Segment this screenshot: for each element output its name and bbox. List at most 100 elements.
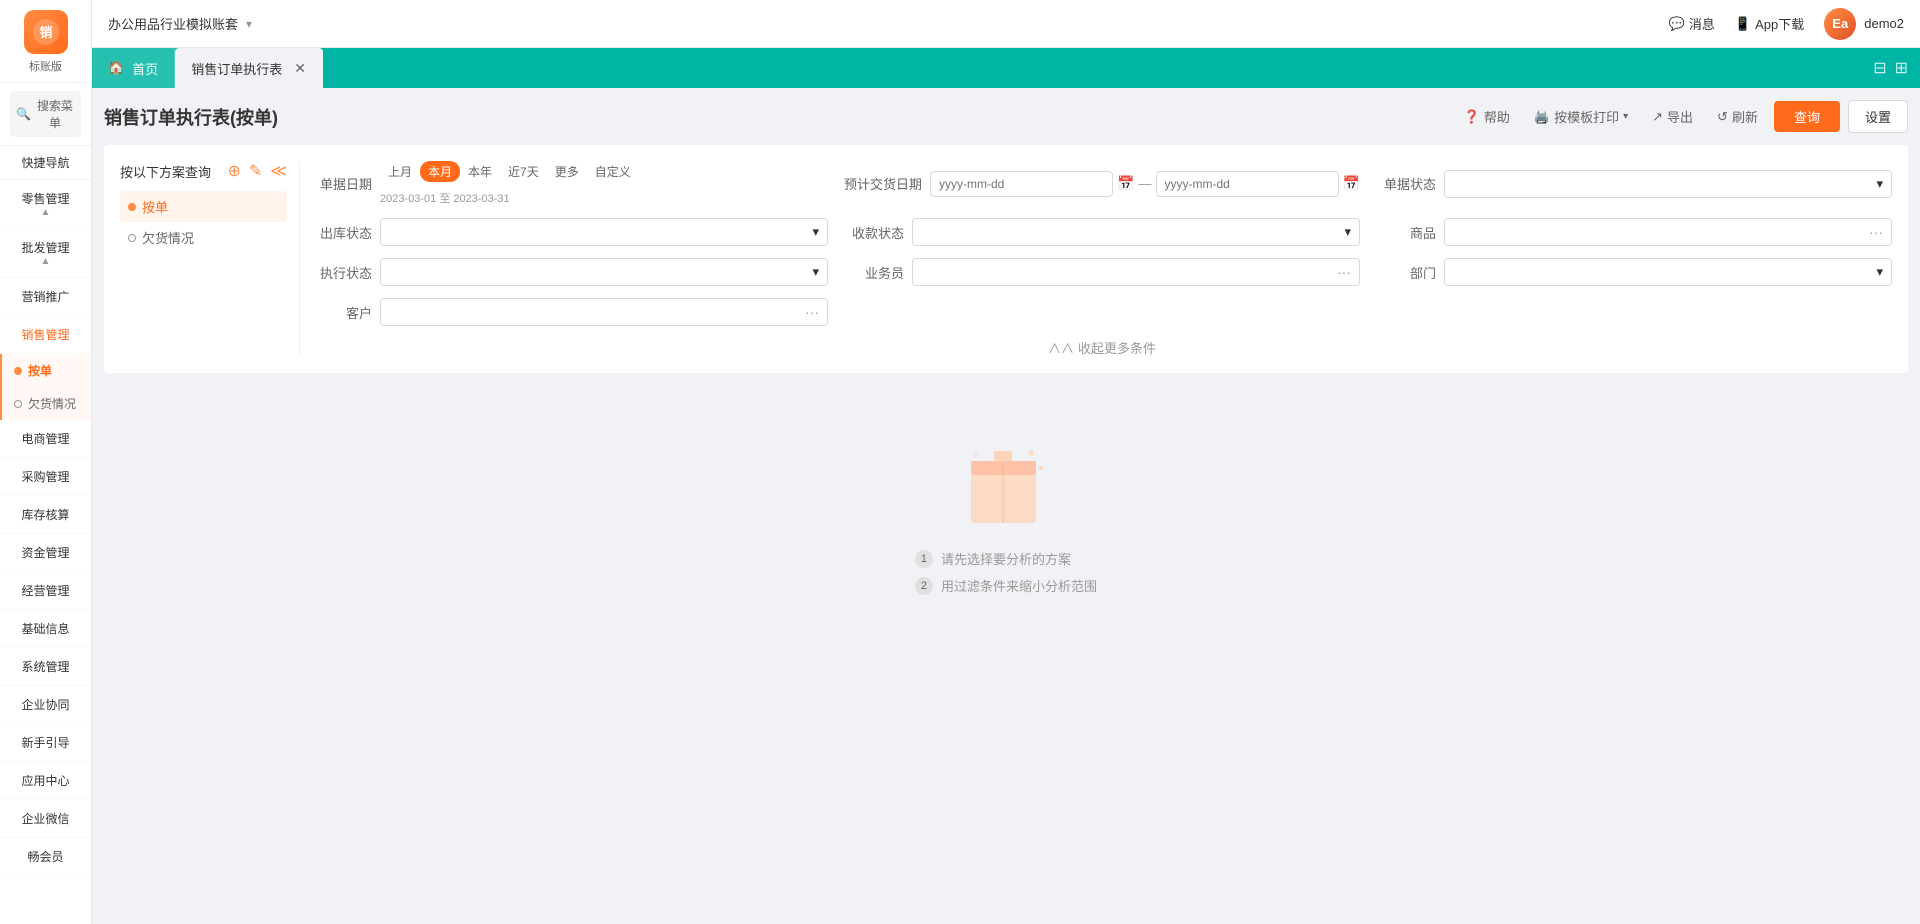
- date-tab-this-year[interactable]: 本年: [460, 161, 500, 182]
- add-scheme-icon[interactable]: ⊕: [227, 161, 240, 181]
- customer-select[interactable]: ···: [380, 298, 828, 326]
- date-tabs: 上月 本月 本年 近7天 更多 自定义: [380, 161, 828, 182]
- print-button[interactable]: 🖨️ 按模板打印 ▾: [1526, 103, 1636, 130]
- sidebar-search-section: 🔍 搜索菜单: [0, 83, 91, 146]
- sidebar-item-newbie[interactable]: 新手引导: [0, 724, 91, 762]
- sidebar-item-marketing[interactable]: 营销推广: [0, 278, 91, 316]
- page-title: 销售订单执行表(按单): [104, 104, 278, 130]
- salesperson-select[interactable]: ···: [912, 258, 1360, 286]
- export-button[interactable]: ↗ 导出: [1644, 103, 1701, 130]
- sidebar-sub-item-shortage[interactable]: 欠货情况: [2, 387, 91, 420]
- doc-date-label: 单据日期: [312, 174, 372, 193]
- quick-nav-label: 快捷导航: [0, 146, 91, 180]
- logo-subtitle: 标账版: [29, 58, 62, 74]
- sidebar-item-system[interactable]: 系统管理: [0, 648, 91, 686]
- page-header: 销售订单执行表(按单) ❓ 帮助 🖨️ 按模板打印 ▾ ↗ 导出 ↺ 刷新: [104, 100, 1908, 133]
- query-button[interactable]: 查询: [1774, 101, 1840, 132]
- sidebar-item-operations[interactable]: 经营管理: [0, 572, 91, 610]
- tab-maximize-button[interactable]: ⊞: [1895, 58, 1908, 78]
- refresh-button[interactable]: ↺ 刷新: [1709, 103, 1766, 130]
- main-area: 办公用品行业模拟账套 ▾ 💬 消息 📱 App下载 Ea demo2 🏠 首页 …: [92, 0, 1920, 924]
- sidebar-item-enterprise-wechat[interactable]: 企业微信: [0, 800, 91, 838]
- home-icon: 🏠: [108, 60, 124, 76]
- doc-status-select[interactable]: ▾: [1444, 170, 1892, 198]
- sidebar-item-ecommerce[interactable]: 电商管理: [0, 420, 91, 458]
- filter-exec-status: 执行状态 ▾: [312, 258, 828, 286]
- empty-hint-2: 2 用过滤条件来缩小分析范围: [915, 576, 1097, 595]
- scheme-item-by-order[interactable]: 按单: [120, 191, 287, 222]
- empty-hints: 1 请先选择要分析的方案 2 用过滤条件来缩小分析范围: [915, 549, 1097, 595]
- app-logo-icon[interactable]: 销: [24, 10, 68, 54]
- filter-customer: 客户 ···: [312, 298, 828, 326]
- receipt-status-label: 收款状态: [844, 223, 904, 242]
- collapse-filters-button[interactable]: ∧∧ 收起更多条件: [312, 338, 1892, 357]
- expected-date-label: 预计交货日期: [844, 174, 922, 193]
- tab-minimize-button[interactable]: ⊟: [1873, 58, 1886, 78]
- search-menu-button[interactable]: 🔍 搜索菜单: [10, 91, 81, 137]
- edit-scheme-icon[interactable]: ✎: [249, 161, 262, 181]
- tab-home[interactable]: 🏠 首页: [92, 48, 175, 88]
- sidebar-item-wholesale[interactable]: 批发管理 ▲: [0, 229, 91, 278]
- calendar-icon[interactable]: 📅: [1117, 175, 1134, 192]
- sidebar-logo: 销 标账版: [0, 0, 91, 83]
- page-content: 销售订单执行表(按单) ❓ 帮助 🖨️ 按模板打印 ▾ ↗ 导出 ↺ 刷新: [92, 88, 1920, 924]
- scheme-active-dot: [128, 203, 136, 211]
- scheme-icons: ⊕ ✎ ≪: [227, 161, 287, 181]
- calendar-icon-2[interactable]: 📅: [1343, 175, 1360, 192]
- sidebar-item-enterprise[interactable]: 企业协同: [0, 686, 91, 724]
- sidebar: 销 标账版 🔍 搜索菜单 快捷导航 零售管理 ▲ 批发管理 ▲ 营销推广 销售管…: [0, 0, 92, 924]
- ship-status-label: 出库状态: [312, 223, 372, 242]
- exec-status-label: 执行状态: [312, 263, 372, 282]
- help-button[interactable]: ❓ 帮助: [1456, 103, 1518, 130]
- page-actions: ❓ 帮助 🖨️ 按模板打印 ▾ ↗ 导出 ↺ 刷新 查询 设置: [1456, 100, 1908, 133]
- ship-status-select[interactable]: ▾: [380, 218, 828, 246]
- sidebar-item-sales[interactable]: 销售管理: [0, 316, 91, 354]
- chevron-down-icon: ▾: [1876, 176, 1883, 192]
- scheme-item-shortage[interactable]: 欠货情况: [120, 222, 287, 253]
- sidebar-item-app-center[interactable]: 应用中心: [0, 762, 91, 800]
- message-button[interactable]: 💬 消息: [1669, 14, 1715, 33]
- svg-text:销: 销: [39, 25, 52, 40]
- settings-button[interactable]: 设置: [1848, 100, 1908, 133]
- salesperson-label: 业务员: [844, 263, 904, 282]
- chevron-down-icon: ▾: [1876, 264, 1883, 280]
- app-download-button[interactable]: 📱 App下载: [1735, 14, 1804, 33]
- tabbar-spacer: [323, 48, 1861, 88]
- collapse-scheme-icon[interactable]: ≪: [270, 161, 287, 181]
- date-tab-last-month[interactable]: 上月: [380, 161, 420, 182]
- sidebar-item-retail[interactable]: 零售管理 ▲: [0, 180, 91, 229]
- sidebar-item-basic-info[interactable]: 基础信息: [0, 610, 91, 648]
- filter-scheme-section: 按以下方案查询 ⊕ ✎ ≪ 按单 欠货情况: [120, 161, 300, 357]
- filter-department: 部门 ▾: [1376, 258, 1892, 286]
- sidebar-item-finance[interactable]: 资金管理: [0, 534, 91, 572]
- print-arrow-icon: ▾: [1623, 111, 1628, 122]
- department-select[interactable]: ▾: [1444, 258, 1892, 286]
- date-tab-custom[interactable]: 自定义: [587, 161, 639, 182]
- help-icon: ❓: [1464, 109, 1480, 125]
- expected-date-start[interactable]: [930, 171, 1113, 197]
- tab-sales-order[interactable]: 销售订单执行表 ✕: [175, 48, 323, 88]
- receipt-status-select[interactable]: ▾: [912, 218, 1360, 246]
- filter-doc-date: 单据日期 上月 本月 本年 近7天 更多 自定义 2023-03-01 至 20…: [312, 161, 828, 206]
- chevron-icon: ▲: [41, 256, 51, 267]
- date-range-text: 2023-03-01 至 2023-03-31: [380, 190, 828, 206]
- exec-status-select[interactable]: ▾: [380, 258, 828, 286]
- chevron-down-icon: ▾: [1344, 224, 1351, 240]
- sidebar-item-inventory[interactable]: 库存核算: [0, 496, 91, 534]
- doc-date-section: 上月 本月 本年 近7天 更多 自定义 2023-03-01 至 2023-03…: [380, 161, 828, 206]
- expected-date-end[interactable]: [1156, 171, 1339, 197]
- chevron-down-icon: ▾: [812, 224, 819, 240]
- department-label: 部门: [1376, 263, 1436, 282]
- filter-doc-status: 单据状态 ▾: [1376, 161, 1892, 206]
- product-select[interactable]: ···: [1444, 218, 1892, 246]
- tab-close-icon[interactable]: ✕: [294, 60, 306, 77]
- scheme-label: 按以下方案查询: [120, 162, 211, 181]
- date-tab-7days[interactable]: 近7天: [500, 161, 547, 182]
- scheme-item-label: 按单: [142, 197, 168, 216]
- sidebar-sub-item-by-order[interactable]: 按单: [2, 354, 91, 387]
- user-profile[interactable]: Ea demo2: [1824, 8, 1904, 40]
- date-tab-this-month[interactable]: 本月: [420, 161, 460, 182]
- date-tab-more[interactable]: 更多: [547, 161, 587, 182]
- sidebar-item-purchase[interactable]: 采购管理: [0, 458, 91, 496]
- sidebar-item-member[interactable]: 畅会员: [0, 838, 91, 876]
